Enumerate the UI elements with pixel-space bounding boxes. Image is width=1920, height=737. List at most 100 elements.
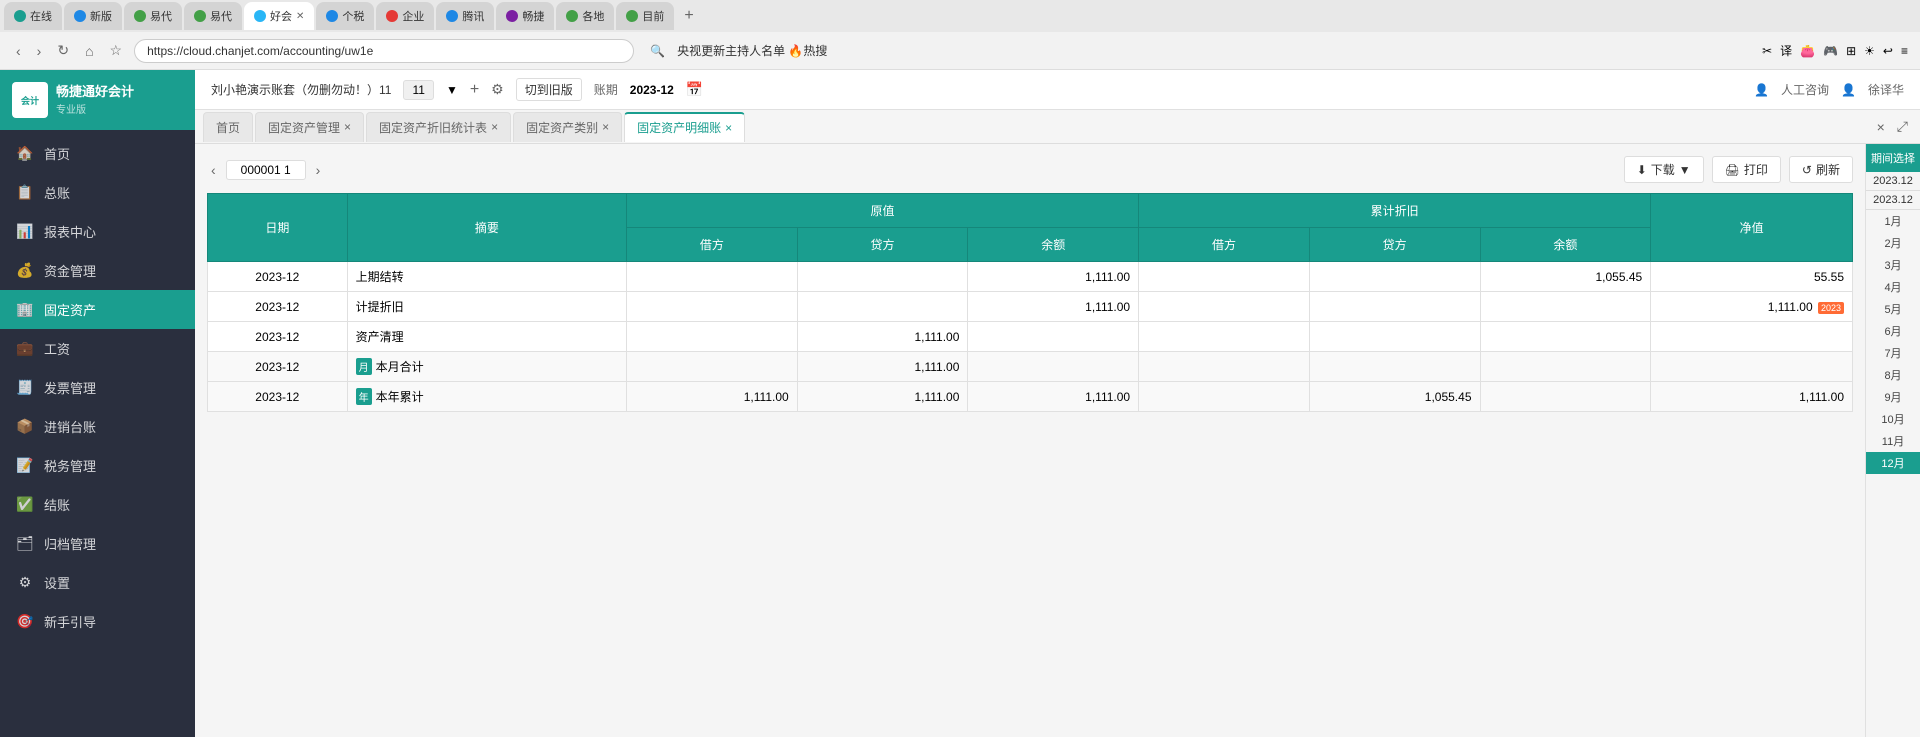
translate-icon[interactable]: 译 <box>1780 42 1792 59</box>
tab-close-icon[interactable]: × <box>491 120 498 134</box>
sidebar-item-reports[interactable]: 📊 报表中心 <box>0 212 195 251</box>
top-bar: 刘小艳演示账套（勿删勿动！）11 11 ▼ + ⚙ 切到旧版 账期 2023-1… <box>195 70 1920 110</box>
tab-close-icon[interactable]: ✕ <box>296 11 304 22</box>
account-info: 刘小艳演示账套（勿删勿动！）11 <box>211 81 391 98</box>
tab-fixed-asset-mgmt[interactable]: 固定资产管理 × <box>255 112 364 142</box>
tab-depreciation-stats[interactable]: 固定资产折旧统计表 × <box>366 112 511 142</box>
period-end-date[interactable]: 2023.12 <box>1866 191 1920 210</box>
refresh-button[interactable]: ↻ <box>53 40 73 61</box>
consultant-icon: 👤 <box>1754 83 1769 97</box>
cell-acc-credit <box>1309 292 1480 322</box>
period-month-5[interactable]: 5月 <box>1866 298 1920 320</box>
period-month-10[interactable]: 10月 <box>1866 408 1920 430</box>
sidebar-item-archive[interactable]: 🗂 归档管理 <box>0 524 195 563</box>
browser-tab-new[interactable]: 新版 <box>64 2 122 30</box>
bookmark-button[interactable]: ☆ <box>106 40 127 61</box>
refresh-label: 刷新 <box>1816 161 1840 178</box>
period-month-6[interactable]: 6月 <box>1866 320 1920 342</box>
download-button[interactable]: ⬇ 下载 ▼ <box>1624 156 1704 183</box>
add-account-button[interactable]: + <box>470 81 479 99</box>
period-month-8[interactable]: 8月 <box>1866 364 1920 386</box>
browser-tab-online[interactable]: 在线 <box>4 2 62 30</box>
tab-close-icon[interactable]: × <box>344 120 351 134</box>
period-month-1[interactable]: 1月 <box>1866 210 1920 232</box>
browser-tab-gedi[interactable]: 各地 <box>556 2 614 30</box>
sidebar-item-invoice[interactable]: 🧾 发票管理 <box>0 368 195 407</box>
print-button[interactable]: 🖨 打印 <box>1712 156 1781 183</box>
new-tab-button[interactable]: + <box>676 3 701 29</box>
sidebar-item-close[interactable]: ✅ 结账 <box>0 485 195 524</box>
browser-tab-haokuai[interactable]: 好会 ✕ <box>244 2 314 30</box>
refresh-button[interactable]: ↺ 刷新 <box>1789 156 1853 183</box>
period-month-4[interactable]: 4月 <box>1866 276 1920 298</box>
settings-icon: ⚙ <box>16 574 34 592</box>
period-month-3[interactable]: 3月 <box>1866 254 1920 276</box>
undo-icon[interactable]: ↩ <box>1883 44 1893 58</box>
sidebar-item-label: 总账 <box>44 183 70 202</box>
sidebar-item-guide[interactable]: 🎯 新手引导 <box>0 602 195 641</box>
grid-icon[interactable]: ⊞ <box>1846 44 1856 58</box>
browser-tab-yidai1[interactable]: 易代 <box>124 2 182 30</box>
guide-icon: 🎯 <box>16 613 34 631</box>
cell-orig-debit <box>626 292 797 322</box>
calendar-icon[interactable]: 📅 <box>686 81 703 98</box>
tab-close-icon[interactable]: × <box>602 120 609 134</box>
tab-home[interactable]: 首页 <box>203 112 253 142</box>
browser-tab-geshui[interactable]: 个税 <box>316 2 374 30</box>
tax-icon: 📝 <box>16 457 34 475</box>
sidebar-item-general-ledger[interactable]: 📋 总账 <box>0 173 195 212</box>
period-start-date[interactable]: 2023.12 <box>1866 172 1920 191</box>
forward-button[interactable]: › <box>33 41 46 61</box>
toolbar-right: ⬇ 下载 ▼ 🖨 打印 ↺ 刷新 <box>1624 156 1853 183</box>
consultant-label[interactable]: 人工咨询 <box>1781 81 1829 98</box>
browser-tab-changjie[interactable]: 畅捷 <box>496 2 554 30</box>
period-month-2[interactable]: 2月 <box>1866 232 1920 254</box>
period-month-7[interactable]: 7月 <box>1866 342 1920 364</box>
sidebar-item-home[interactable]: 🏠 首页 <box>0 134 195 173</box>
tab-expand-button[interactable]: ⤢ <box>1893 116 1912 137</box>
tab-minimize-button[interactable]: × <box>1873 116 1889 137</box>
game-icon[interactable]: 🎮 <box>1823 44 1838 58</box>
settings-button[interactable]: ⚙ <box>491 81 504 98</box>
browser-tab-qiye[interactable]: 企业 <box>376 2 434 30</box>
url-input[interactable]: https://cloud.chanjet.com/accounting/uw1… <box>134 39 634 63</box>
cell-acc-balance <box>1480 292 1651 322</box>
switch-version-btn[interactable]: 切到旧版 <box>516 78 582 101</box>
home-button[interactable]: ⌂ <box>81 41 97 61</box>
wallet-icon[interactable]: 👛 <box>1800 44 1815 58</box>
prev-page-button[interactable]: ‹ <box>207 160 220 180</box>
search-text: 央视更新主持人名单 🔥热搜 <box>677 42 827 59</box>
period-month-9[interactable]: 9月 <box>1866 386 1920 408</box>
sidebar-item-payroll[interactable]: 💼 工资 <box>0 329 195 368</box>
cell-orig-credit: 1,111.00 <box>797 352 968 382</box>
sidebar-item-fixed-assets[interactable]: 🏢 固定资产 <box>0 290 195 329</box>
sidebar-item-label: 税务管理 <box>44 456 96 475</box>
cell-summary: 上期结转 <box>347 262 626 292</box>
pagination: ‹ 000001 1 › <box>207 160 324 180</box>
month-tag: 月 <box>356 358 372 375</box>
dropdown-arrow[interactable]: ▼ <box>446 83 458 97</box>
sidebar-item-fund[interactable]: 💰 资金管理 <box>0 251 195 290</box>
sidebar-item-stock[interactable]: 📦 进销台账 <box>0 407 195 446</box>
sun-icon[interactable]: ☀ <box>1864 44 1875 58</box>
tab-close-icon[interactable]: × <box>725 121 732 135</box>
home-icon: 🏠 <box>16 145 34 163</box>
period-month-12[interactable]: 12月 <box>1866 452 1920 474</box>
cell-summary: 月本月合计 <box>347 352 626 382</box>
browser-tab-yidai2[interactable]: 易代 <box>184 2 242 30</box>
browser-tab-muqian[interactable]: 目前 <box>616 2 674 30</box>
sidebar-item-tax[interactable]: 📝 税务管理 <box>0 446 195 485</box>
tab-label: 易代 <box>150 8 172 24</box>
download-dropdown-icon[interactable]: ▼ <box>1679 163 1691 177</box>
cell-net-value <box>1651 322 1853 352</box>
tab-asset-ledger[interactable]: 固定资产明细账 × <box>624 112 745 142</box>
sidebar-item-settings[interactable]: ⚙ 设置 <box>0 563 195 602</box>
back-button[interactable]: ‹ <box>12 41 25 61</box>
browser-tab-tengxun[interactable]: 腾讯 <box>436 2 494 30</box>
next-page-button[interactable]: › <box>312 160 325 180</box>
ledger-icon: 📋 <box>16 184 34 202</box>
scissors-icon[interactable]: ✂ <box>1762 44 1772 58</box>
menu-icon[interactable]: ≡ <box>1901 44 1908 58</box>
tab-asset-category[interactable]: 固定资产类别 × <box>513 112 622 142</box>
period-month-11[interactable]: 11月 <box>1866 430 1920 452</box>
